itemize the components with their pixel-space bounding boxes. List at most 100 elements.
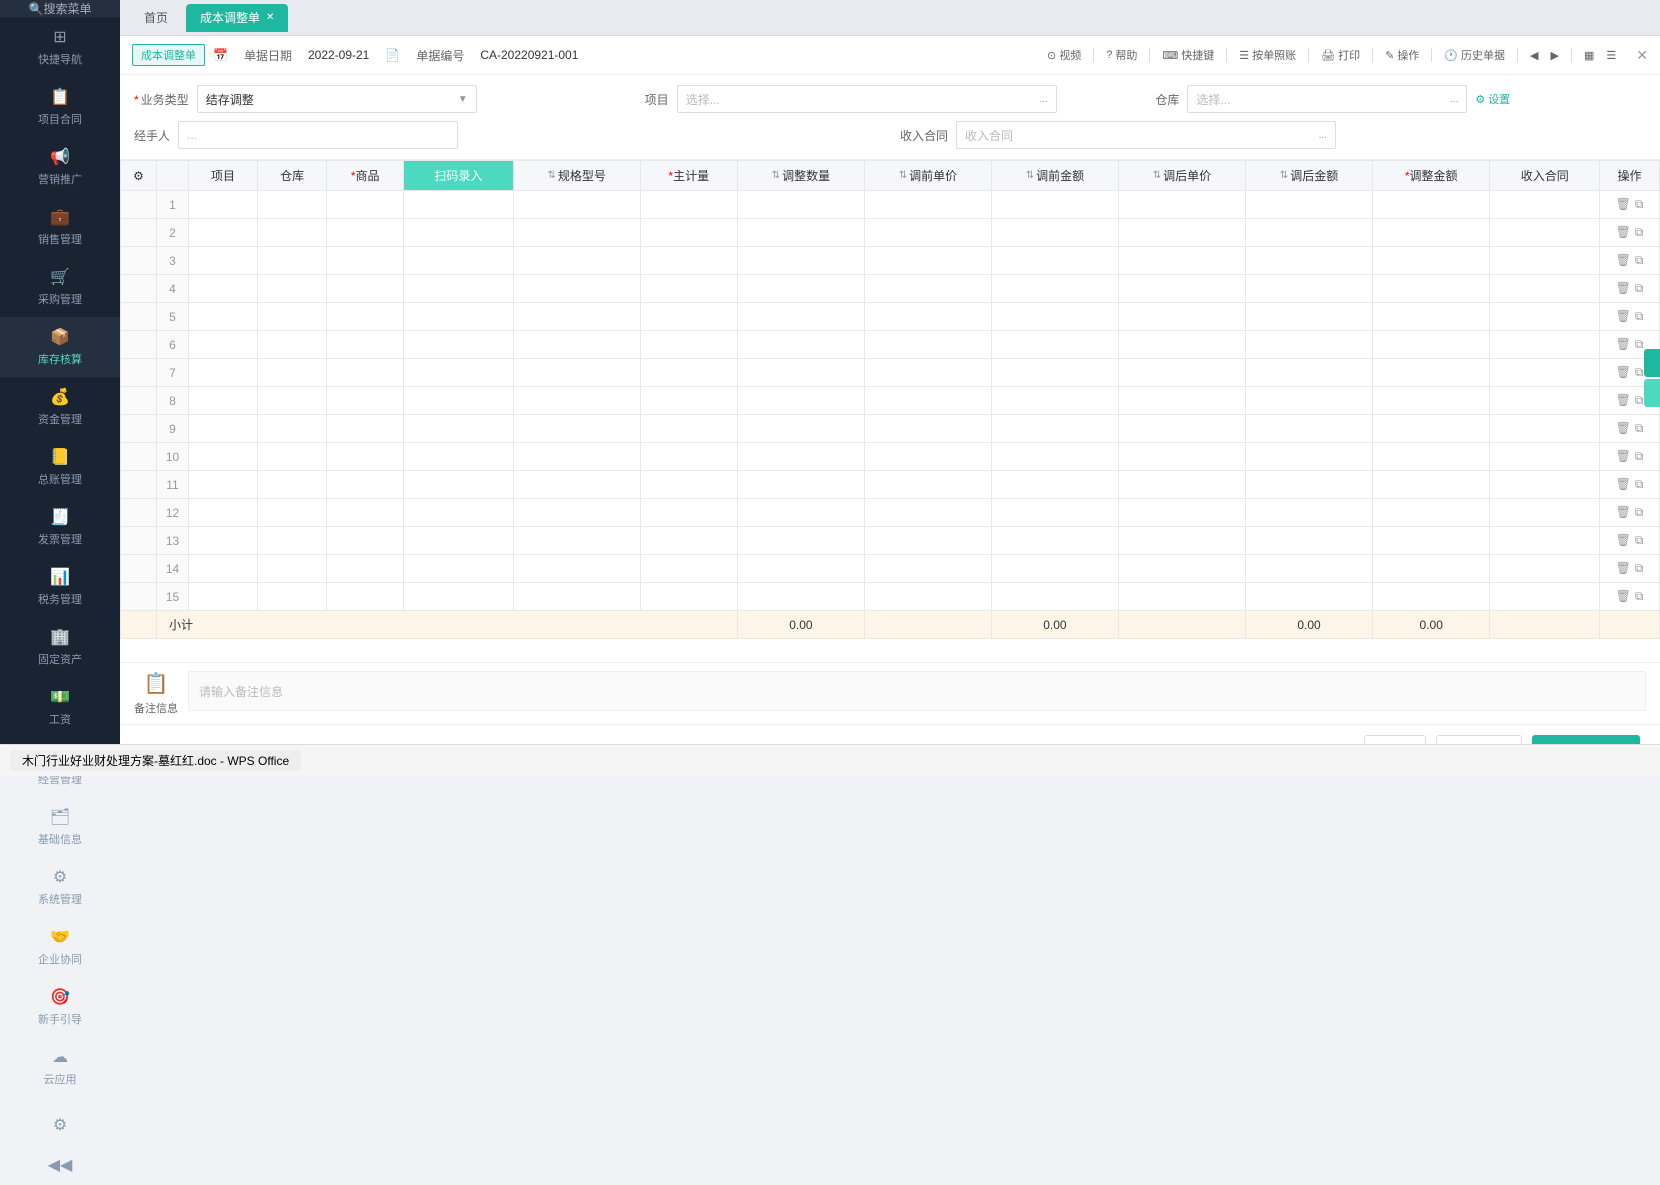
cell-adjust-amount-3[interactable] (1373, 247, 1490, 275)
cell-pre-amount-13[interactable] (991, 527, 1118, 555)
nav-prev-btn[interactable]: ◀ (1530, 49, 1538, 62)
copy-icon-1[interactable]: ⧉ (1635, 197, 1644, 212)
cell-goods-10[interactable] (327, 443, 404, 471)
cell-warehouse-3[interactable] (258, 247, 327, 275)
cell-adjust-amount-8[interactable] (1373, 387, 1490, 415)
handler-input[interactable]: ... (178, 121, 458, 149)
sidebar-item-invoice-mgmt[interactable]: 🧾发票管理 (0, 497, 120, 557)
cell-warehouse-12[interactable] (258, 499, 327, 527)
cell-adjust-qty-3[interactable] (737, 247, 864, 275)
cell-warehouse-1[interactable] (258, 191, 327, 219)
cell-goods-1[interactable] (327, 191, 404, 219)
sidebar-item-sales-promotion[interactable]: 📢营销推广 (0, 137, 120, 197)
cell-income-contract-5[interactable] (1490, 303, 1600, 331)
cell-project-4[interactable] (189, 275, 258, 303)
cell-goods-15[interactable] (327, 583, 404, 611)
cell-project-11[interactable] (189, 471, 258, 499)
cell-scan-14[interactable] (404, 555, 514, 583)
cell-spec-5[interactable] (513, 303, 640, 331)
cell-pre-price-12[interactable] (864, 499, 991, 527)
cell-post-price-15[interactable] (1118, 583, 1245, 611)
sidebar-item-ledger-mgmt[interactable]: 📒总账管理 (0, 437, 120, 497)
view-btn[interactable]: ⊙ 视频 (1047, 47, 1081, 63)
cell-goods-6[interactable] (327, 331, 404, 359)
cell-project-1[interactable] (189, 191, 258, 219)
cell-project-2[interactable] (189, 219, 258, 247)
cell-post-price-7[interactable] (1118, 359, 1245, 387)
cell-income-contract-10[interactable] (1490, 443, 1600, 471)
cell-goods-3[interactable] (327, 247, 404, 275)
sidebar-item-fixed-assets[interactable]: 🏢固定资产 (0, 617, 120, 677)
shortcut-btn[interactable]: ⌨ 快捷键 (1162, 47, 1214, 63)
cell-income-contract-8[interactable] (1490, 387, 1600, 415)
cell-income-contract-11[interactable] (1490, 471, 1600, 499)
cell-pre-price-13[interactable] (864, 527, 991, 555)
cell-post-amount-14[interactable] (1245, 555, 1372, 583)
cell-goods-5[interactable] (327, 303, 404, 331)
cell-scan-2[interactable] (404, 219, 514, 247)
delete-icon-8[interactable]: 🗑 (1616, 393, 1631, 408)
cell-unit-6[interactable] (640, 331, 737, 359)
grid-view-btn[interactable]: ▦ (1584, 49, 1594, 62)
cell-warehouse-4[interactable] (258, 275, 327, 303)
cell-income-contract-9[interactable] (1490, 415, 1600, 443)
cell-goods-7[interactable] (327, 359, 404, 387)
cell-post-amount-11[interactable] (1245, 471, 1372, 499)
cell-unit-7[interactable] (640, 359, 737, 387)
delete-icon-15[interactable]: 🗑 (1616, 589, 1631, 604)
cell-post-price-12[interactable] (1118, 499, 1245, 527)
cell-warehouse-13[interactable] (258, 527, 327, 555)
cell-project-6[interactable] (189, 331, 258, 359)
cell-income-contract-14[interactable] (1490, 555, 1600, 583)
cell-warehouse-15[interactable] (258, 583, 327, 611)
cell-adjust-amount-4[interactable] (1373, 275, 1490, 303)
cell-pre-amount-9[interactable] (991, 415, 1118, 443)
copy-icon-2[interactable]: ⧉ (1635, 225, 1644, 240)
cell-adjust-qty-1[interactable] (737, 191, 864, 219)
copy-icon-10[interactable]: ⧉ (1635, 449, 1644, 464)
cell-post-price-8[interactable] (1118, 387, 1245, 415)
cell-adjust-amount-7[interactable] (1373, 359, 1490, 387)
cell-pre-amount-15[interactable] (991, 583, 1118, 611)
cell-pre-amount-14[interactable] (991, 555, 1118, 583)
cell-unit-8[interactable] (640, 387, 737, 415)
cell-post-price-14[interactable] (1118, 555, 1245, 583)
cell-pre-price-6[interactable] (864, 331, 991, 359)
cell-spec-3[interactable] (513, 247, 640, 275)
cell-goods-14[interactable] (327, 555, 404, 583)
cell-scan-15[interactable] (404, 583, 514, 611)
cell-spec-6[interactable] (513, 331, 640, 359)
cell-income-contract-3[interactable] (1490, 247, 1600, 275)
biz-type-input[interactable]: 结存调整 ▼ (197, 85, 477, 113)
cell-unit-15[interactable] (640, 583, 737, 611)
cell-adjust-qty-6[interactable] (737, 331, 864, 359)
sidebar-item-inventory[interactable]: 📦库存核算 (0, 317, 120, 377)
taskbar-item[interactable]: 木门行业好业财处理方案-墓红红.doc - WPS Office (10, 750, 301, 771)
cell-pre-price-15[interactable] (864, 583, 991, 611)
cell-adjust-qty-2[interactable] (737, 219, 864, 247)
cell-project-9[interactable] (189, 415, 258, 443)
cell-post-amount-1[interactable] (1245, 191, 1372, 219)
cell-income-contract-1[interactable] (1490, 191, 1600, 219)
tab-cost-adjust[interactable]: 成本调整单 ✕ (186, 4, 288, 32)
cell-adjust-qty-13[interactable] (737, 527, 864, 555)
cell-post-amount-9[interactable] (1245, 415, 1372, 443)
cell-scan-5[interactable] (404, 303, 514, 331)
cell-pre-amount-7[interactable] (991, 359, 1118, 387)
cell-adjust-amount-13[interactable] (1373, 527, 1490, 555)
nav-next-btn[interactable]: ▶ (1551, 49, 1559, 62)
cell-post-amount-12[interactable] (1245, 499, 1372, 527)
cell-spec-10[interactable] (513, 443, 640, 471)
sidebar-settings[interactable]: ⚙ (0, 1105, 120, 1145)
cell-scan-1[interactable] (404, 191, 514, 219)
help-btn[interactable]: ? 帮助 (1106, 47, 1137, 63)
cell-project-12[interactable] (189, 499, 258, 527)
review-btn[interactable]: ☰ 按单照账 (1239, 47, 1296, 63)
cell-adjust-amount-2[interactable] (1373, 219, 1490, 247)
copy-icon-5[interactable]: ⧉ (1635, 309, 1644, 324)
settings-btn[interactable]: ⚙ 设置 (1475, 91, 1510, 107)
cell-post-amount-2[interactable] (1245, 219, 1372, 247)
cell-pre-amount-10[interactable] (991, 443, 1118, 471)
sidebar-item-newbie-guide[interactable]: 🎯新手引导 (0, 977, 120, 1037)
cell-project-8[interactable] (189, 387, 258, 415)
